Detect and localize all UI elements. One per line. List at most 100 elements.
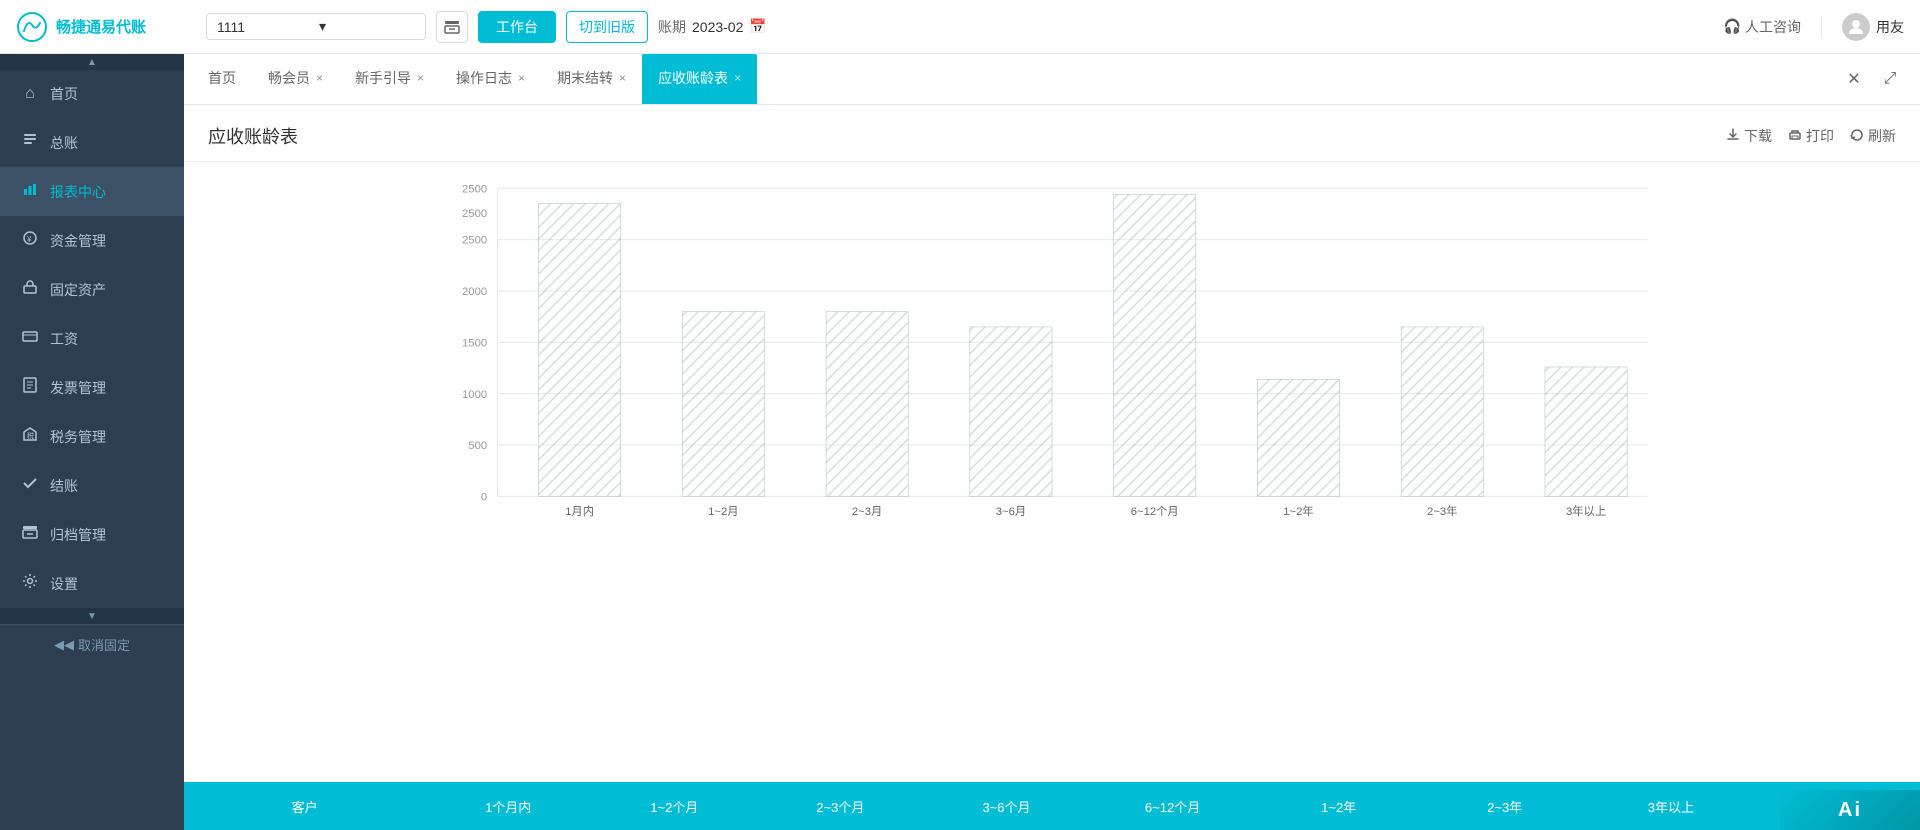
ai-badge[interactable]: Ai bbox=[1780, 790, 1920, 830]
sidebar-item-settings[interactable]: 设置 bbox=[0, 559, 184, 608]
page-header: 应收账龄表 下载 打印 bbox=[184, 105, 1920, 162]
support-button[interactable]: 🎧 人工咨询 bbox=[1724, 17, 1801, 37]
main-layout: ▲ ⌂ 首页 总账 报表中心 ¥ 资金管理 固定资产 bbox=[0, 54, 1920, 830]
settings-icon bbox=[20, 573, 40, 594]
top-header: 畅捷通易代账 1111 ▾ 工作台 切到旧版 账期 2023-02 📅 🎧 人工… bbox=[0, 0, 1920, 54]
sidebar-item-funds[interactable]: ¥ 资金管理 bbox=[0, 216, 184, 265]
company-name: 1111 bbox=[217, 19, 313, 35]
archive-sidebar-icon bbox=[20, 524, 40, 545]
period-area: 账期 2023-02 📅 bbox=[658, 17, 767, 37]
sidebar-item-ledger[interactable]: 总账 bbox=[0, 118, 184, 167]
sidebar-item-home[interactable]: ⌂ 首页 bbox=[0, 70, 184, 118]
th-2-3month: 2~3个月 bbox=[757, 797, 923, 816]
tab-oplog[interactable]: 操作日志 × bbox=[440, 54, 541, 104]
refresh-button[interactable]: 刷新 bbox=[1850, 126, 1896, 146]
headset-icon: 🎧 bbox=[1724, 18, 1741, 35]
sidebar-scroll-up[interactable]: ▲ bbox=[0, 54, 184, 70]
th-1month: 1个月内 bbox=[425, 797, 591, 816]
chart-svg-wrapper: 0 500 1000 1500 2000 2500 2500 2500 bbox=[208, 178, 1896, 558]
calendar-icon[interactable]: 📅 bbox=[749, 18, 766, 35]
svg-text:500: 500 bbox=[468, 440, 487, 452]
tax-icon: 税 bbox=[20, 426, 40, 447]
refresh-label: 刷新 bbox=[1868, 126, 1896, 146]
archive-button[interactable] bbox=[436, 11, 468, 43]
tab-member[interactable]: 畅会员 × bbox=[252, 54, 339, 104]
funds-icon: ¥ bbox=[20, 230, 40, 251]
refresh-icon bbox=[1850, 128, 1864, 145]
sidebar-label-archive: 归档管理 bbox=[50, 525, 106, 545]
pin-icon: ◀◀ bbox=[54, 637, 74, 653]
th-2-3year: 2~3年 bbox=[1422, 797, 1588, 816]
header-divider bbox=[1821, 17, 1822, 37]
sidebar-label-settings: 设置 bbox=[50, 574, 78, 594]
svg-text:2500: 2500 bbox=[462, 235, 487, 247]
company-selector[interactable]: 1111 ▾ bbox=[206, 13, 426, 40]
sidebar-item-invoice[interactable]: 发票管理 bbox=[0, 363, 184, 412]
sidebar-scroll-down[interactable]: ▼ bbox=[0, 608, 184, 624]
tab-guide-close[interactable]: × bbox=[417, 71, 424, 85]
download-label: 下载 bbox=[1744, 126, 1772, 146]
reports-icon bbox=[20, 181, 40, 202]
sidebar-label-tax: 税务管理 bbox=[50, 427, 106, 447]
th-6-12month: 6~12个月 bbox=[1090, 797, 1256, 816]
svg-text:1~2年: 1~2年 bbox=[1283, 504, 1313, 518]
page-content: 应收账龄表 下载 打印 bbox=[184, 105, 1920, 830]
header-right: 🎧 人工咨询 用友 bbox=[1724, 13, 1904, 41]
tab-period-end-close[interactable]: × bbox=[619, 71, 626, 85]
user-area[interactable]: 用友 bbox=[1842, 13, 1904, 41]
svg-text:6~12个月: 6~12个月 bbox=[1131, 505, 1179, 518]
chevron-down-icon: ▾ bbox=[319, 18, 415, 35]
table-header-bar: 客户 1个月内 1~2个月 2~3个月 3~6个月 6~12个月 1~2年 2~… bbox=[184, 782, 1920, 830]
sidebar-label-funds: 资金管理 bbox=[50, 231, 106, 251]
download-button[interactable]: 下载 bbox=[1726, 126, 1772, 146]
sidebar-label-reports: 报表中心 bbox=[50, 182, 106, 202]
cancel-pin-label: 取消固定 bbox=[78, 635, 130, 654]
tab-home[interactable]: 首页 bbox=[192, 54, 252, 104]
tab-member-label: 畅会员 bbox=[268, 68, 310, 88]
download-icon bbox=[1726, 128, 1740, 145]
content-area: 首页 畅会员 × 新手引导 × 操作日志 × 期末结转 × 应收账龄表 × bbox=[184, 54, 1920, 830]
sidebar-item-archive[interactable]: 归档管理 bbox=[0, 510, 184, 559]
sidebar-label-payroll: 工资 bbox=[50, 329, 78, 349]
svg-text:¥: ¥ bbox=[26, 235, 32, 244]
tab-ar-aging-close[interactable]: × bbox=[734, 71, 741, 85]
print-icon bbox=[1788, 128, 1802, 145]
user-name: 用友 bbox=[1876, 17, 1904, 37]
tab-period-end[interactable]: 期末结转 × bbox=[541, 54, 642, 104]
page-title: 应收账龄表 bbox=[208, 123, 298, 149]
cancel-pin-button[interactable]: ◀◀ 取消固定 bbox=[0, 624, 184, 664]
expand-button[interactable]: ⤢ bbox=[1876, 65, 1904, 93]
svg-text:2000: 2000 bbox=[462, 286, 487, 298]
fixed-assets-icon bbox=[20, 279, 40, 300]
svg-text:1月内: 1月内 bbox=[565, 504, 594, 518]
svg-text:0: 0 bbox=[481, 491, 487, 503]
sidebar: ▲ ⌂ 首页 总账 报表中心 ¥ 资金管理 固定资产 bbox=[0, 54, 184, 830]
sidebar-item-checkout[interactable]: 结账 bbox=[0, 461, 184, 510]
bar-chart: 0 500 1000 1500 2000 2500 2500 2500 bbox=[208, 178, 1896, 558]
invoice-icon bbox=[20, 377, 40, 398]
ledger-icon bbox=[20, 132, 40, 153]
sidebar-label-ledger: 总账 bbox=[50, 133, 78, 153]
checkout-icon bbox=[20, 475, 40, 496]
tab-member-close[interactable]: × bbox=[316, 71, 323, 85]
svg-text:1500: 1500 bbox=[462, 337, 487, 349]
tabs-bar: 首页 畅会员 × 新手引导 × 操作日志 × 期末结转 × 应收账龄表 × bbox=[184, 54, 1920, 105]
print-button[interactable]: 打印 bbox=[1788, 126, 1834, 146]
sidebar-item-payroll[interactable]: 工资 bbox=[0, 314, 184, 363]
sidebar-label-home: 首页 bbox=[50, 84, 78, 104]
tab-oplog-label: 操作日志 bbox=[456, 68, 512, 88]
tab-guide[interactable]: 新手引导 × bbox=[339, 54, 440, 104]
svg-text:3年以上: 3年以上 bbox=[1566, 504, 1606, 518]
tab-oplog-close[interactable]: × bbox=[518, 71, 525, 85]
sidebar-label-fixed-assets: 固定资产 bbox=[50, 280, 106, 300]
print-label: 打印 bbox=[1806, 126, 1834, 146]
home-icon: ⌂ bbox=[20, 85, 40, 103]
close-all-tabs-button[interactable]: ✕ bbox=[1840, 65, 1868, 93]
svg-text:3~6月: 3~6月 bbox=[996, 506, 1026, 518]
switch-version-button[interactable]: 切到旧版 bbox=[566, 11, 648, 43]
sidebar-item-fixed-assets[interactable]: 固定资产 bbox=[0, 265, 184, 314]
sidebar-item-tax[interactable]: 税 税务管理 bbox=[0, 412, 184, 461]
tab-ar-aging[interactable]: 应收账龄表 × bbox=[642, 54, 757, 104]
workbench-button[interactable]: 工作台 bbox=[478, 11, 556, 43]
sidebar-item-reports[interactable]: 报表中心 bbox=[0, 167, 184, 216]
